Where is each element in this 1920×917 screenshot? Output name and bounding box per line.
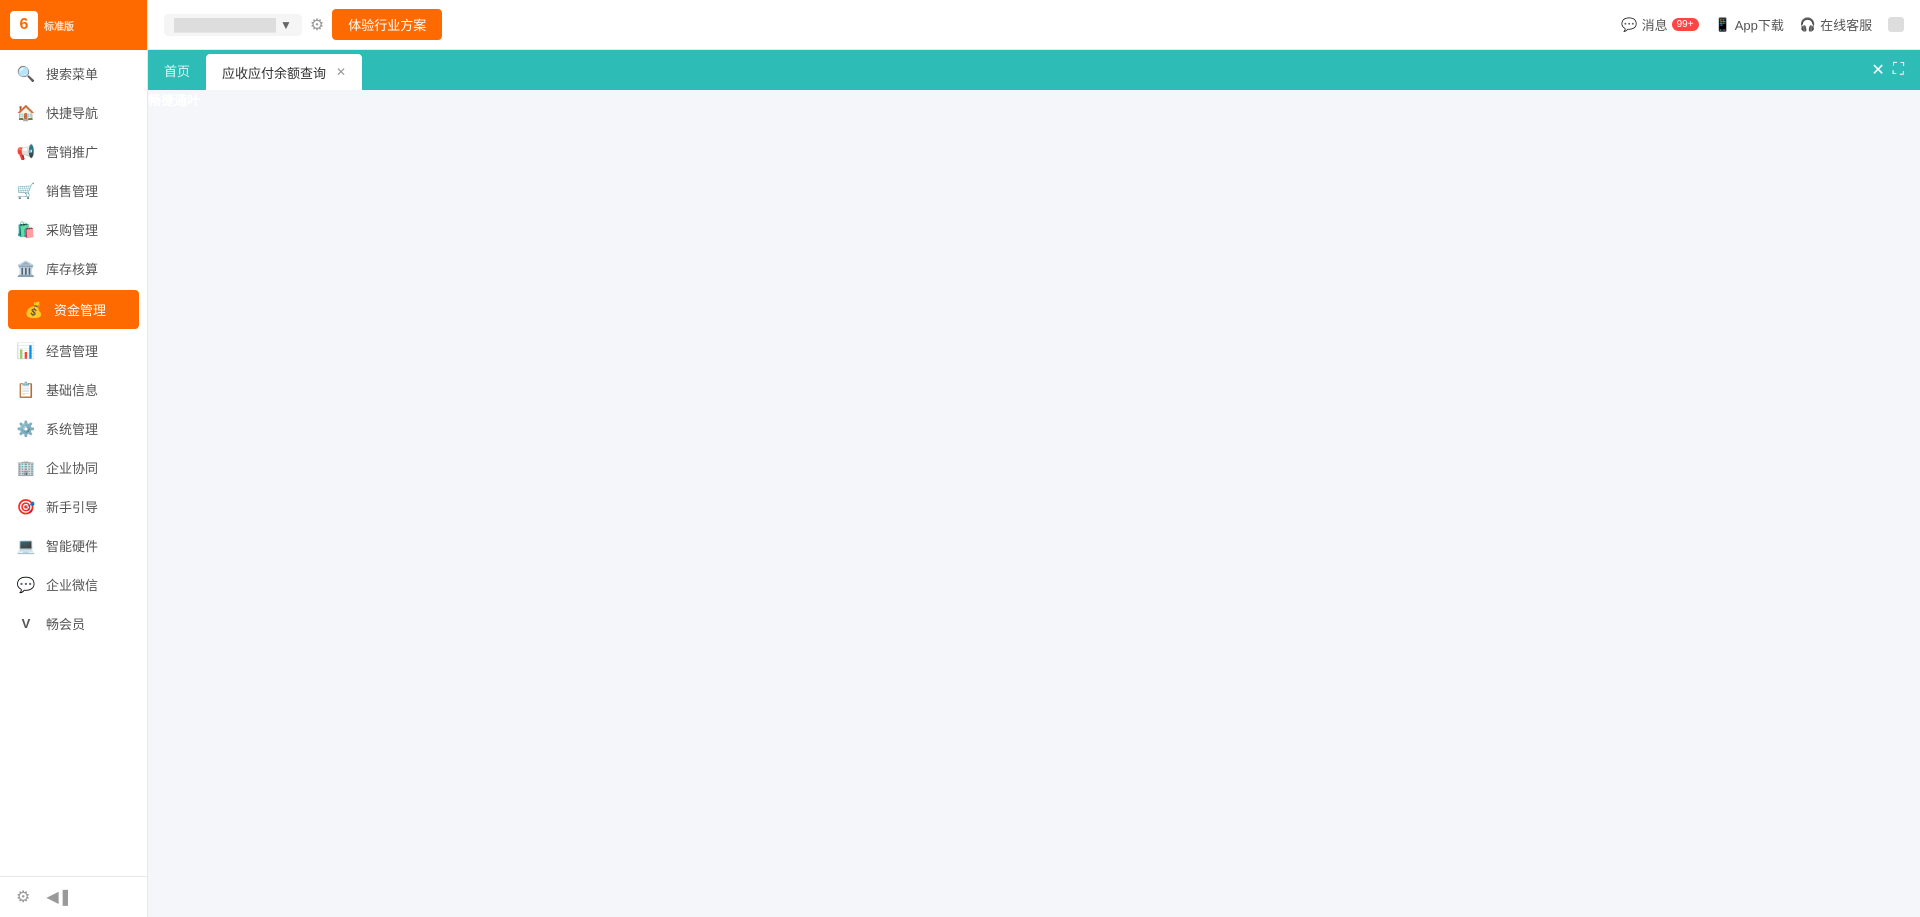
sidebar-item-label: 快捷导航 <box>46 103 98 122</box>
topbar: ████████████ ▼ ⚙ 体验行业方案 💬 消息 99+ 📱 App下载… <box>148 0 1920 50</box>
sidebar-item-label: 智能硬件 <box>46 536 98 555</box>
org-name: ████████████ <box>174 18 276 32</box>
sidebar-item-label: 畅会员 <box>46 614 85 633</box>
topbar-right: 💬 消息 99+ 📱 App下载 🎧 在线客服 Rit <box>1621 15 1904 34</box>
tab-close-window-icon[interactable]: ✕ <box>1871 60 1884 80</box>
message-label: 消息 <box>1642 15 1668 34</box>
topbar-settings-icon[interactable]: ⚙ <box>310 15 324 35</box>
sidebar-bottom: ⚙ ◀❚ <box>0 876 147 917</box>
enterprise-icon: 🏢 <box>16 459 36 477</box>
sidebar-collapse-icon[interactable]: ◀❚ <box>46 887 72 907</box>
topbar-breadcrumb: ████████████ ▼ ⚙ 体验行业方案 <box>164 9 1609 40</box>
tab-ar-label: 应收应付余额查询 <box>222 63 326 82</box>
sidebar-item-label: 采购管理 <box>46 220 98 239</box>
sidebar-item-system[interactable]: ⚙️ 系统管理 <box>0 409 147 448</box>
sidebar-item-label: 系统管理 <box>46 419 98 438</box>
app-icon: 📱 <box>1715 17 1731 33</box>
tab-ar-query[interactable]: 应收应付余额查询 ✕ <box>206 54 362 90</box>
sidebar-item-sales[interactable]: 🛒 销售管理 <box>0 171 147 210</box>
app-label: App下载 <box>1735 15 1784 34</box>
tab-home[interactable]: 首页 <box>148 50 206 90</box>
app-download-button[interactable]: 📱 App下载 <box>1715 15 1784 34</box>
promo-button[interactable]: 体验行业方案 <box>332 9 442 40</box>
sidebar-item-label: 销售管理 <box>46 181 98 200</box>
sidebar-item-marketing[interactable]: 📢 营销推广 <box>0 132 147 171</box>
message-button[interactable]: 💬 消息 99+ <box>1621 15 1698 34</box>
message-badge: 99+ <box>1672 18 1699 31</box>
user-info[interactable]: Rit <box>1888 17 1904 32</box>
online-service-button[interactable]: 🎧 在线客服 <box>1800 15 1872 34</box>
tabbar-actions: ✕ ⛶ <box>1871 60 1920 80</box>
guide-icon: 🎯 <box>16 498 36 516</box>
sidebar-item-inventory[interactable]: 🏛️ 库存核算 <box>0 249 147 288</box>
sidebar: 6 畅捷通叶 标准版 🔍 搜索菜单 🏠 快捷导航 📢 营销推广 🛒 销售管理 🛍… <box>0 0 148 917</box>
inventory-icon: 🏛️ <box>16 260 36 278</box>
tab-maximize-icon[interactable]: ⛶ <box>1893 61 1904 79</box>
sidebar-item-hardware[interactable]: 💻 智能硬件 <box>0 526 147 565</box>
sidebar-item-label: 基础信息 <box>46 380 98 399</box>
sidebar-item-label: 新手引导 <box>46 497 98 516</box>
tabbar: 首页 应收应付余额查询 ✕ ✕ ⛶ <box>148 50 1920 90</box>
user-name: Rit <box>1888 17 1904 32</box>
sidebar-item-quick-nav[interactable]: 🏠 快捷导航 <box>0 93 147 132</box>
sidebar-item-management[interactable]: 📊 经营管理 <box>0 331 147 370</box>
logo-name: 畅捷通叶 <box>148 90 1920 917</box>
sidebar-item-label: 搜索菜单 <box>46 64 98 83</box>
tab-home-label: 首页 <box>164 61 190 80</box>
sidebar-nav: 🔍 搜索菜单 🏠 快捷导航 📢 营销推广 🛒 销售管理 🛍️ 采购管理 🏛️ 库… <box>0 50 147 876</box>
sidebar-item-label: 经营管理 <box>46 341 98 360</box>
sidebar-item-wechat[interactable]: 💬 企业微信 <box>0 565 147 604</box>
sidebar-item-label: 库存核算 <box>46 259 98 278</box>
logo-icon: 6 <box>10 11 38 39</box>
sidebar-item-search-menu[interactable]: 🔍 搜索菜单 <box>0 54 147 93</box>
basic-info-icon: 📋 <box>16 381 36 399</box>
sidebar-item-basic-info[interactable]: 📋 基础信息 <box>0 370 147 409</box>
purchase-icon: 🛍️ <box>16 221 36 239</box>
member-icon: V <box>16 616 36 631</box>
home-icon: 🏠 <box>16 104 36 122</box>
sidebar-item-purchase[interactable]: 🛍️ 采购管理 <box>0 210 147 249</box>
sidebar-item-label: 企业微信 <box>46 575 98 594</box>
service-label: 在线客服 <box>1820 15 1872 34</box>
sidebar-item-label: 企业协同 <box>46 458 98 477</box>
management-icon: 📊 <box>16 342 36 360</box>
sidebar-settings-icon[interactable]: ⚙ <box>16 887 30 907</box>
marketing-icon: 📢 <box>16 143 36 161</box>
sidebar-item-member[interactable]: V 畅会员 <box>0 604 147 643</box>
search-menu-icon: 🔍 <box>16 65 36 83</box>
sidebar-item-label: 资金管理 <box>54 300 106 319</box>
hardware-icon: 💻 <box>16 537 36 555</box>
message-icon: 💬 <box>1621 17 1637 33</box>
system-icon: ⚙️ <box>16 420 36 438</box>
sidebar-item-label: 营销推广 <box>46 142 98 161</box>
sidebar-item-finance[interactable]: 💰 资金管理 <box>8 290 139 329</box>
logo-sub: 标准版 <box>44 18 74 33</box>
finance-icon: 💰 <box>24 301 44 319</box>
service-icon: 🎧 <box>1800 17 1816 33</box>
sidebar-item-guide[interactable]: 🎯 新手引导 <box>0 487 147 526</box>
wechat-icon: 💬 <box>16 576 36 594</box>
sales-icon: 🛒 <box>16 182 36 200</box>
tab-close-icon[interactable]: ✕ <box>336 65 346 79</box>
sidebar-logo: 6 畅捷通叶 标准版 <box>0 0 147 50</box>
org-selector[interactable]: ████████████ ▼ <box>164 14 302 36</box>
sidebar-item-enterprise[interactable]: 🏢 企业协同 <box>0 448 147 487</box>
org-dropdown-icon: ▼ <box>280 18 292 32</box>
